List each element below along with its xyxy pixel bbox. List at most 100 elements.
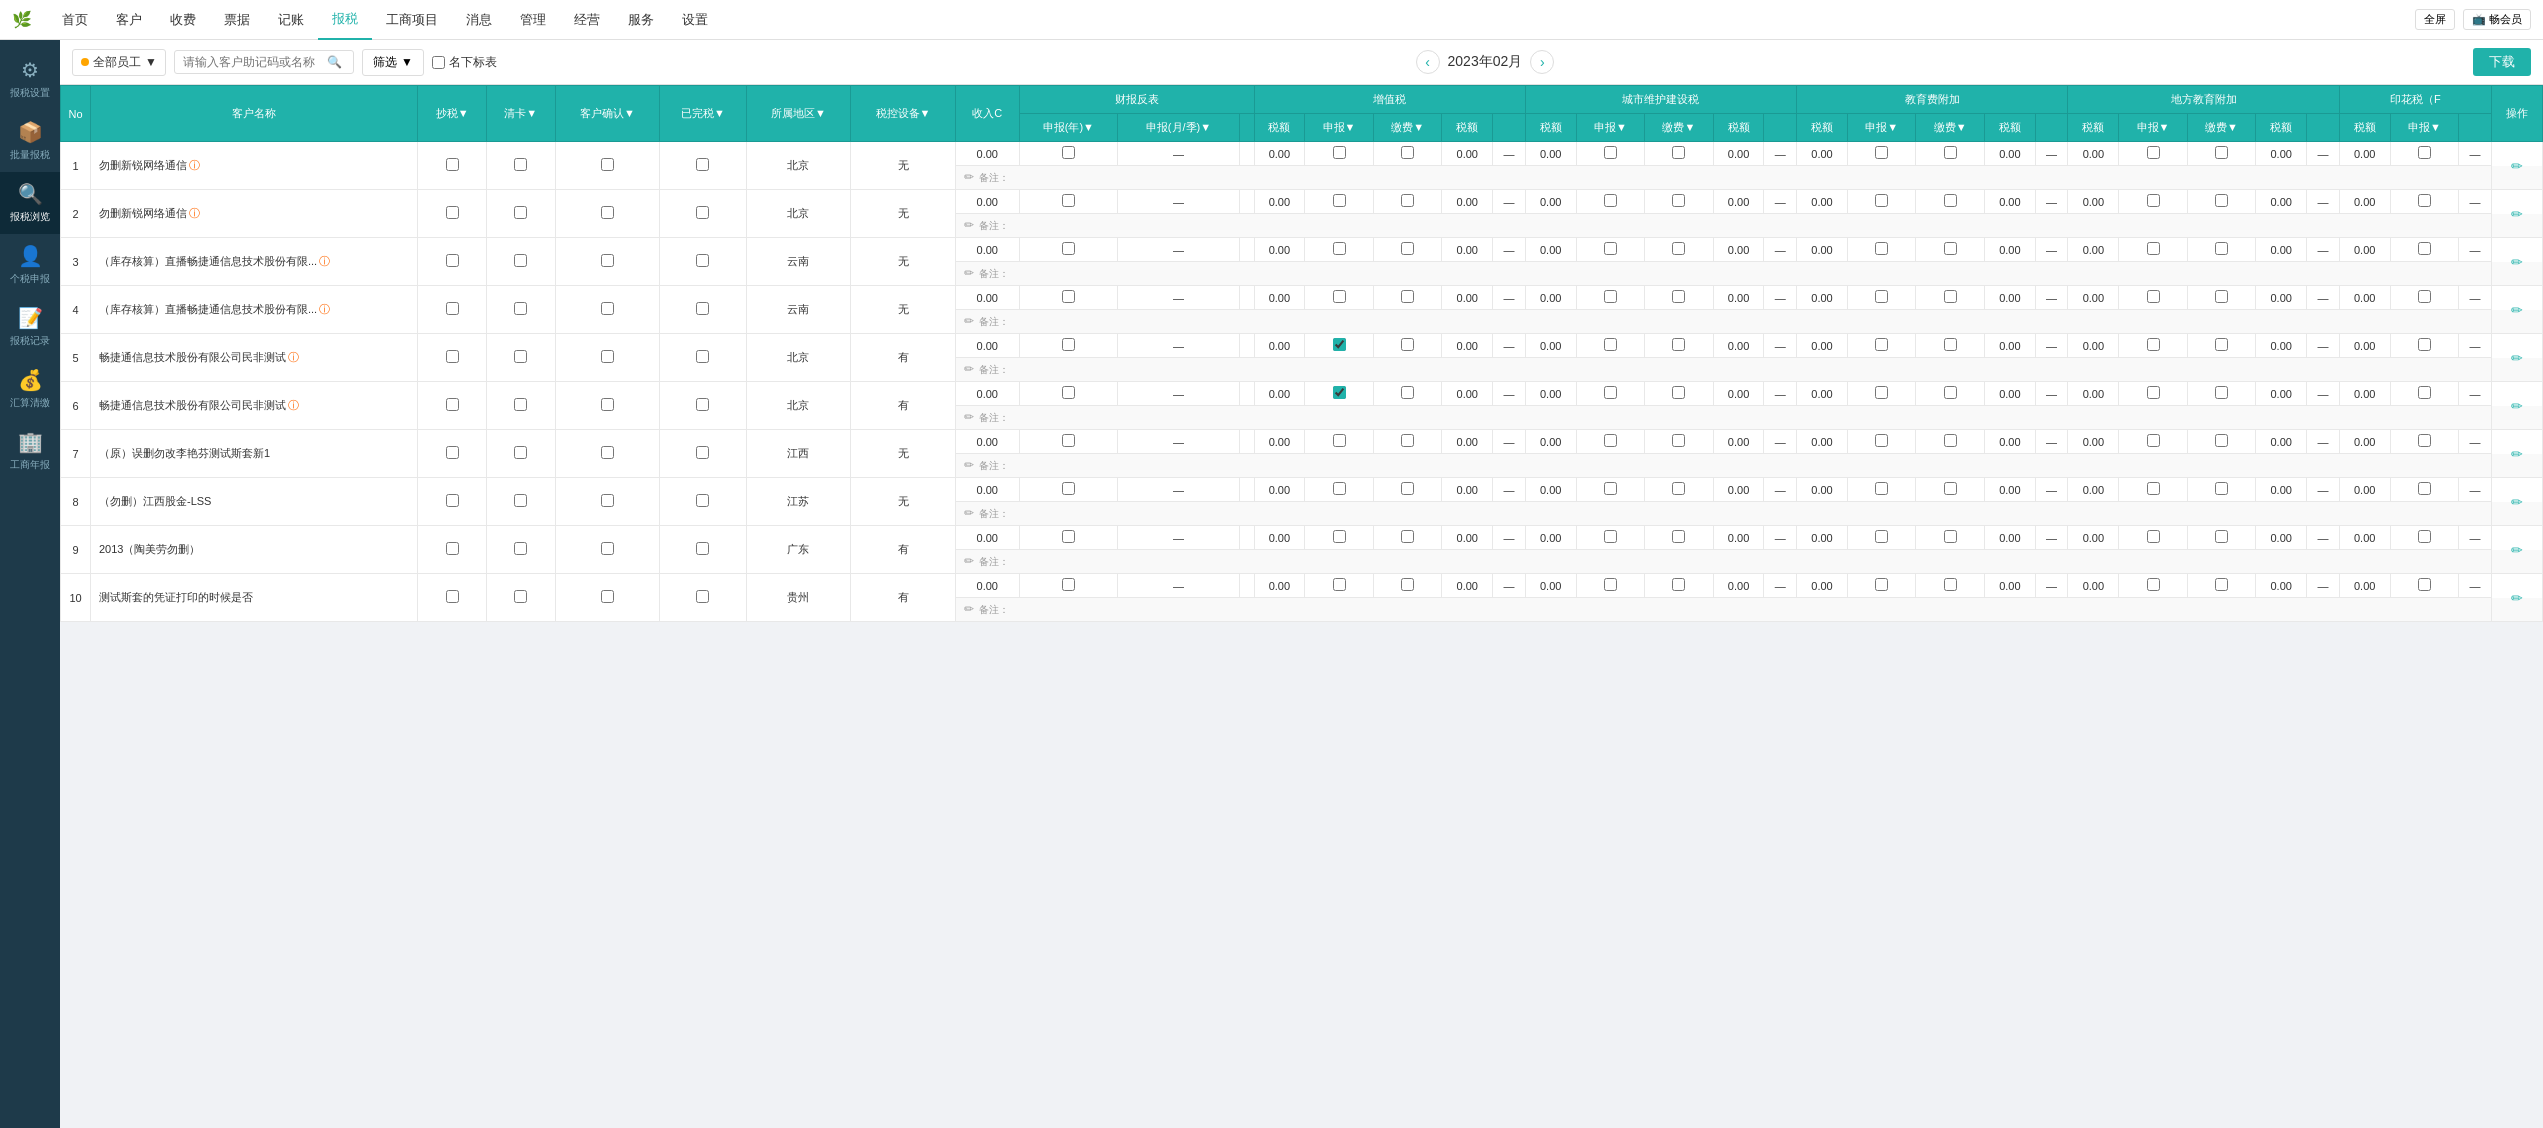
cell-local-pay[interactable] — [2187, 190, 2256, 214]
pencil-icon[interactable]: ✏ — [964, 554, 974, 568]
cell-city-apply[interactable] — [1576, 142, 1645, 166]
cell-stamp-apply[interactable] — [2390, 382, 2459, 406]
cell-qingka[interactable] — [486, 526, 555, 574]
nav-commerce[interactable]: 工商项目 — [372, 0, 452, 40]
cell-edu-apply[interactable] — [1847, 382, 1916, 406]
cell-edu-apply[interactable] — [1847, 478, 1916, 502]
cell-edu-pay[interactable] — [1916, 142, 1985, 166]
cell-stamp-apply[interactable] — [2390, 478, 2459, 502]
cell-qingka[interactable] — [486, 574, 555, 622]
cell-yi-wan[interactable] — [660, 430, 747, 478]
sidebar-item-batch-tax[interactable]: 📦 批量报税 — [0, 110, 60, 172]
pencil-icon[interactable]: ✏ — [964, 266, 974, 280]
cell-city-apply[interactable] — [1576, 190, 1645, 214]
cell-yi-wan[interactable] — [660, 478, 747, 526]
cell-edu-apply[interactable] — [1847, 142, 1916, 166]
cell-edu-pay[interactable] — [1916, 526, 1985, 550]
pencil-icon[interactable]: ✏ — [964, 314, 974, 328]
search-input[interactable] — [183, 55, 323, 69]
cell-edu-pay[interactable] — [1916, 238, 1985, 262]
prev-period-button[interactable]: ‹ — [1416, 50, 1440, 74]
th-local-apply[interactable]: 申报▼ — [2119, 114, 2188, 142]
nav-message[interactable]: 消息 — [452, 0, 506, 40]
sidebar-item-tax-records[interactable]: 📝 报税记录 — [0, 296, 60, 358]
cell-kh-confirm[interactable] — [555, 382, 660, 430]
cell-caibao-year[interactable] — [1019, 478, 1118, 502]
cell-city-apply[interactable] — [1576, 430, 1645, 454]
cell-local-apply[interactable] — [2119, 334, 2188, 358]
cell-qingka[interactable] — [486, 382, 555, 430]
cell-chaoshu[interactable] — [418, 142, 487, 190]
table-area[interactable]: No 客户名称 抄税▼ 清卡▼ 客户确认▼ 已完税▼ 所属地区▼ 税控设备▼ 收… — [60, 85, 2543, 1128]
cell-local-apply[interactable] — [2119, 382, 2188, 406]
cell-city-pay[interactable] — [1645, 238, 1714, 262]
nav-operation[interactable]: 经营 — [560, 0, 614, 40]
cell-city-pay[interactable] — [1645, 430, 1714, 454]
cell-chaoshu[interactable] — [418, 382, 487, 430]
search-box[interactable]: 🔍 — [174, 50, 354, 74]
cell-yi-wan[interactable] — [660, 574, 747, 622]
cell-stamp-apply[interactable] — [2390, 190, 2459, 214]
cell-city-pay[interactable] — [1645, 478, 1714, 502]
cell-edu-pay[interactable] — [1916, 190, 1985, 214]
cell-city-pay[interactable] — [1645, 286, 1714, 310]
cell-qingka[interactable] — [486, 190, 555, 238]
pencil-icon[interactable]: ✏ — [964, 410, 974, 424]
sidebar-item-tax-browse[interactable]: 🔍 报税浏览 — [0, 172, 60, 234]
th-stamp-apply[interactable]: 申报▼ — [2390, 114, 2459, 142]
cell-kh-confirm[interactable] — [555, 574, 660, 622]
cell-kh-confirm[interactable] — [555, 238, 660, 286]
download-button[interactable]: 下载 — [2473, 48, 2531, 76]
cell-edu-pay[interactable] — [1916, 286, 1985, 310]
pencil-icon[interactable]: ✏ — [964, 458, 974, 472]
cell-chaoshu[interactable] — [418, 430, 487, 478]
nav-manage[interactable]: 管理 — [506, 0, 560, 40]
cell-vat-pay[interactable] — [1373, 238, 1442, 262]
edit-icon[interactable]: ✏ — [2511, 302, 2523, 318]
cell-local-apply[interactable] — [2119, 478, 2188, 502]
cell-city-pay[interactable] — [1645, 142, 1714, 166]
cell-local-pay[interactable] — [2187, 238, 2256, 262]
cell-vat-pay[interactable] — [1373, 574, 1442, 598]
pencil-icon[interactable]: ✏ — [964, 602, 974, 616]
cell-qingka[interactable] — [486, 286, 555, 334]
cell-local-apply[interactable] — [2119, 574, 2188, 598]
cell-chaoshu[interactable] — [418, 574, 487, 622]
cell-stamp-apply[interactable] — [2390, 238, 2459, 262]
cell-kh-confirm[interactable] — [555, 286, 660, 334]
cell-kh-confirm[interactable] — [555, 478, 660, 526]
cell-city-apply[interactable] — [1576, 286, 1645, 310]
nav-invoice[interactable]: 票据 — [210, 0, 264, 40]
cell-caibao-year[interactable] — [1019, 430, 1118, 454]
th-city-pay[interactable]: 缴费▼ — [1645, 114, 1714, 142]
cell-city-apply[interactable] — [1576, 574, 1645, 598]
pencil-icon[interactable]: ✏ — [964, 218, 974, 232]
nav-fee[interactable]: 收费 — [156, 0, 210, 40]
cell-vat-apply[interactable] — [1305, 574, 1374, 598]
nav-service[interactable]: 服务 — [614, 0, 668, 40]
cell-local-pay[interactable] — [2187, 574, 2256, 598]
cell-chaoshu[interactable] — [418, 238, 487, 286]
cell-vat-apply[interactable] — [1305, 238, 1374, 262]
cell-local-pay[interactable] — [2187, 478, 2256, 502]
th-local-pay[interactable]: 缴费▼ — [2187, 114, 2256, 142]
cell-stamp-apply[interactable] — [2390, 430, 2459, 454]
cell-edu-pay[interactable] — [1916, 382, 1985, 406]
edit-icon[interactable]: ✏ — [2511, 494, 2523, 510]
cell-city-apply[interactable] — [1576, 238, 1645, 262]
cell-vat-apply[interactable] — [1305, 286, 1374, 310]
cell-yi-wan[interactable] — [660, 382, 747, 430]
cell-stamp-apply[interactable] — [2390, 142, 2459, 166]
cell-yi-wan[interactable] — [660, 286, 747, 334]
cell-local-pay[interactable] — [2187, 286, 2256, 310]
edit-icon[interactable]: ✏ — [2511, 446, 2523, 462]
cell-chaoshu[interactable] — [418, 286, 487, 334]
cell-edu-apply[interactable] — [1847, 190, 1916, 214]
cell-edu-apply[interactable] — [1847, 574, 1916, 598]
cell-local-apply[interactable] — [2119, 430, 2188, 454]
edit-icon[interactable]: ✏ — [2511, 254, 2523, 270]
cell-edu-pay[interactable] — [1916, 478, 1985, 502]
cell-stamp-apply[interactable] — [2390, 574, 2459, 598]
th-caibao-year[interactable]: 申报(年)▼ — [1019, 114, 1118, 142]
fullscreen-button[interactable]: 全屏 — [2415, 9, 2455, 30]
